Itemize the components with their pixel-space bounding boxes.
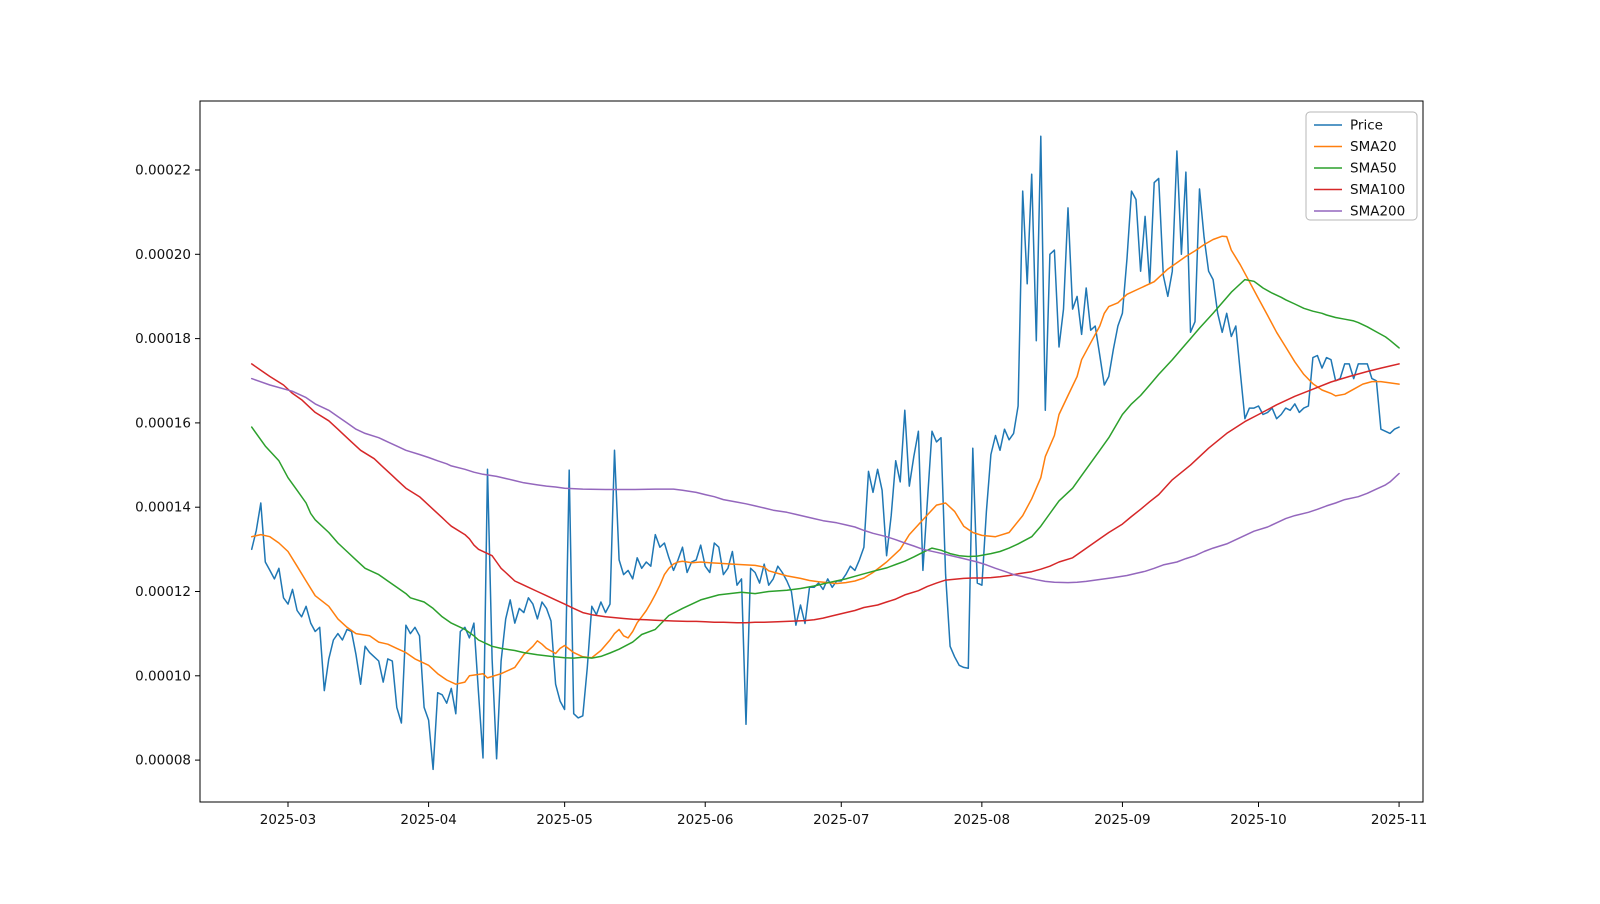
x-tick-label: 2025-06 <box>677 812 733 828</box>
x-tick-label: 2025-03 <box>260 812 316 828</box>
x-tick-label: 2025-08 <box>954 812 1010 828</box>
x-tick-label: 2025-07 <box>813 812 869 828</box>
x-tick-label: 2025-09 <box>1094 812 1150 828</box>
legend-label: SMA200 <box>1350 204 1405 220</box>
legend-label: SMA50 <box>1350 161 1397 177</box>
figure: 0.00008 0.00010 0.00012 0.00014 0.00016 0.000… <box>0 0 1600 900</box>
legend-label: SMA20 <box>1350 139 1397 155</box>
y-tick-label: 0.00022 <box>135 163 191 179</box>
x-tick-label: 2025-11 <box>1371 812 1427 828</box>
y-tick-label: 0.00008 <box>135 753 191 769</box>
y-tick-label: 0.00020 <box>135 247 191 263</box>
legend: Price SMA20 SMA50 SMA100 SMA200 <box>1305 111 1418 221</box>
x-tick-label: 2025-04 <box>400 812 456 828</box>
legend-label: SMA100 <box>1350 182 1405 198</box>
y-tick-label: 0.00018 <box>135 331 191 347</box>
y-tick-label: 0.00016 <box>135 415 191 431</box>
x-tick-label: 2025-05 <box>536 812 592 828</box>
y-tick-label: 0.00010 <box>135 668 191 684</box>
legend-label: Price <box>1350 118 1383 134</box>
y-tick-label: 0.00014 <box>135 500 191 516</box>
chart-canvas: 0.00008 0.00010 0.00012 0.00014 0.00016 0.000… <box>0 0 1600 900</box>
y-tick-label: 0.00012 <box>135 584 191 600</box>
x-tick-label: 2025-10 <box>1230 812 1286 828</box>
